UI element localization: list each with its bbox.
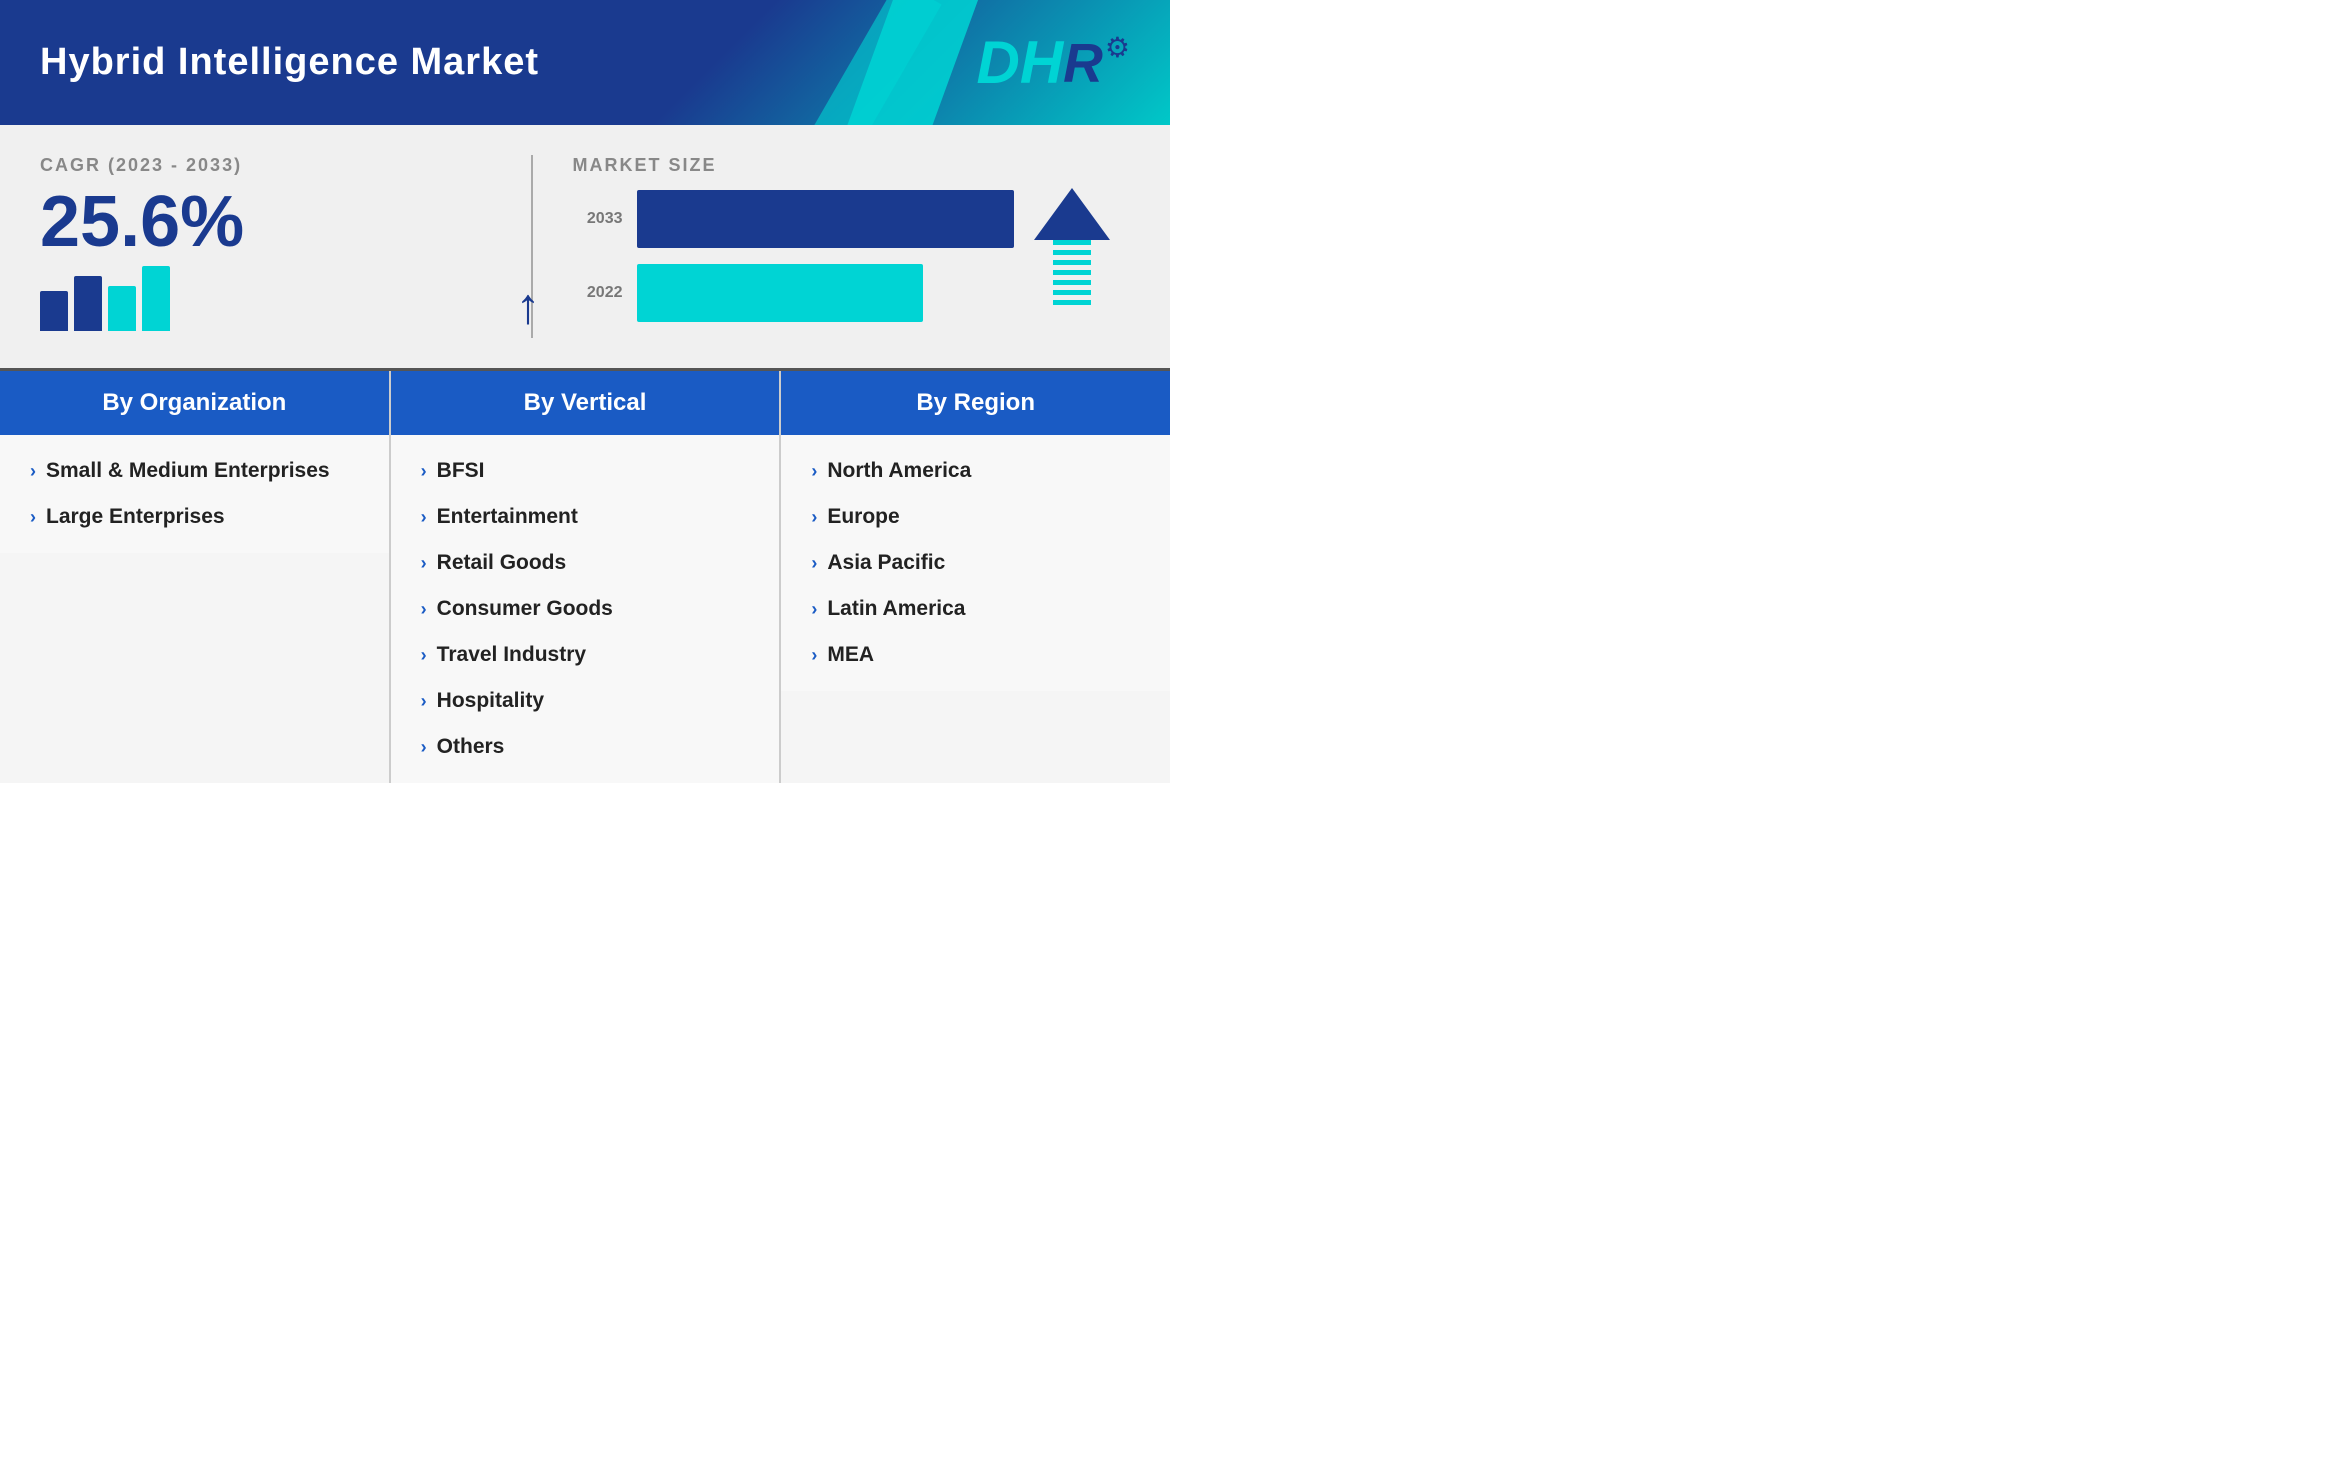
market-bar-2033-row: 2033 <box>573 190 1015 248</box>
list-item: › Others <box>421 735 750 759</box>
column-header-0: By Organization <box>0 371 389 435</box>
bottom-section: By Organization › Small & Medium Enterpris… <box>0 371 1170 783</box>
stats-section: CAGR (2023 - 2033) 25.6% ↑ MARKET SIZE 2… <box>0 125 1170 371</box>
logo-dhr: D H R ⚙ <box>976 28 1130 97</box>
list-item: › Large Enterprises <box>30 505 359 529</box>
logo-h: H <box>1020 28 1063 97</box>
list-item-label: Travel Industry <box>437 643 586 667</box>
list-item: › Hospitality <box>421 689 750 713</box>
list-item-label: Hospitality <box>437 689 544 713</box>
list-item-label: Others <box>437 735 505 759</box>
list-item: › Europe <box>811 505 1140 529</box>
trend-arrow-icon: ↑ <box>516 281 541 331</box>
arrow-stripe-4 <box>1053 275 1091 280</box>
column-1: By Vertical › BFSI › Entertainment › Retail Go… <box>391 371 782 783</box>
big-arrow-container <box>1014 178 1130 315</box>
list-item-label: Small & Medium Enterprises <box>46 459 330 483</box>
year-2033: 2033 <box>573 210 623 228</box>
list-item: › Travel Industry <box>421 643 750 667</box>
list-item-label: Asia Pacific <box>827 551 945 575</box>
column-0: By Organization › Small & Medium Enterpris… <box>0 371 391 783</box>
market-bar-2022-row: 2022 <box>573 264 1015 322</box>
chart-bar-1 <box>40 291 68 331</box>
market-bar-2022 <box>637 264 924 322</box>
market-label: MARKET SIZE <box>573 155 1015 176</box>
arrow-stripe-2 <box>1053 255 1091 260</box>
column-header-2: By Region <box>781 371 1170 435</box>
year-2022: 2022 <box>573 284 623 302</box>
list-item: › Asia Pacific <box>811 551 1140 575</box>
list-item: › Small & Medium Enterprises <box>30 459 359 483</box>
chevron-right-icon: › <box>811 507 817 528</box>
logo: D H R ⚙ <box>976 28 1130 97</box>
list-item: › BFSI <box>421 459 750 483</box>
list-item-label: BFSI <box>437 459 485 483</box>
list-item: › North America <box>811 459 1140 483</box>
cagr-value: 25.6% <box>40 186 531 258</box>
chevron-right-icon: › <box>421 645 427 666</box>
list-item-label: Retail Goods <box>437 551 567 575</box>
chevron-right-icon: › <box>421 553 427 574</box>
list-item-label: Latin America <box>827 597 965 621</box>
chart-bar-2 <box>74 276 102 331</box>
logo-r: R <box>1063 31 1103 95</box>
column-body-2: › North America › Europe › Asia Pacific › Latin… <box>781 435 1170 691</box>
chevron-right-icon: › <box>811 553 817 574</box>
logo-d: D <box>976 28 1019 97</box>
chart-bar-4 <box>142 266 170 331</box>
list-item-label: MEA <box>827 643 874 667</box>
big-arrow-body <box>1053 240 1091 305</box>
chevron-right-icon: › <box>30 461 36 482</box>
market-bar-2033 <box>637 190 1015 248</box>
chevron-right-icon: › <box>811 599 817 620</box>
chevron-right-icon: › <box>421 461 427 482</box>
big-arrow-head-icon <box>1034 188 1110 240</box>
list-item-label: Large Enterprises <box>46 505 225 529</box>
header: Hybrid Intelligence Market D H R ⚙ <box>0 0 1170 125</box>
list-item-label: Consumer Goods <box>437 597 613 621</box>
list-item-label: Entertainment <box>437 505 578 529</box>
cagr-chart: ↑ <box>40 266 531 331</box>
list-item: › Consumer Goods <box>421 597 750 621</box>
logo-gear-icon: ⚙ <box>1105 31 1130 64</box>
list-item: › MEA <box>811 643 1140 667</box>
arrow-stripe-5 <box>1053 285 1091 290</box>
list-item-label: North America <box>827 459 971 483</box>
column-2: By Region › North America › Europe › Asia Paci… <box>781 371 1170 783</box>
cagr-label: CAGR (2023 - 2033) <box>40 155 531 176</box>
list-item: › Retail Goods <box>421 551 750 575</box>
list-item-label: Europe <box>827 505 899 529</box>
chart-bar-3 <box>108 286 136 331</box>
chevron-right-icon: › <box>421 737 427 758</box>
market-block: MARKET SIZE 2033 2022 <box>531 155 1015 338</box>
list-item: › Entertainment <box>421 505 750 529</box>
page-title: Hybrid Intelligence Market <box>40 41 539 84</box>
column-body-1: › BFSI › Entertainment › Retail Goods › Consume… <box>391 435 780 783</box>
column-body-0: › Small & Medium Enterprises › Large Enterp… <box>0 435 389 553</box>
list-item: › Latin America <box>811 597 1140 621</box>
arrow-stripe-1 <box>1053 245 1091 250</box>
chevron-right-icon: › <box>421 599 427 620</box>
big-arrow-section <box>1014 155 1130 338</box>
chevron-right-icon: › <box>811 645 817 666</box>
chevron-right-icon: › <box>811 461 817 482</box>
chevron-right-icon: › <box>421 691 427 712</box>
arrow-stripe-6 <box>1053 295 1091 300</box>
arrow-stripe-3 <box>1053 265 1091 270</box>
chevron-right-icon: › <box>421 507 427 528</box>
column-header-1: By Vertical <box>391 371 780 435</box>
chevron-right-icon: › <box>30 507 36 528</box>
cagr-block: CAGR (2023 - 2033) 25.6% ↑ <box>40 155 531 338</box>
